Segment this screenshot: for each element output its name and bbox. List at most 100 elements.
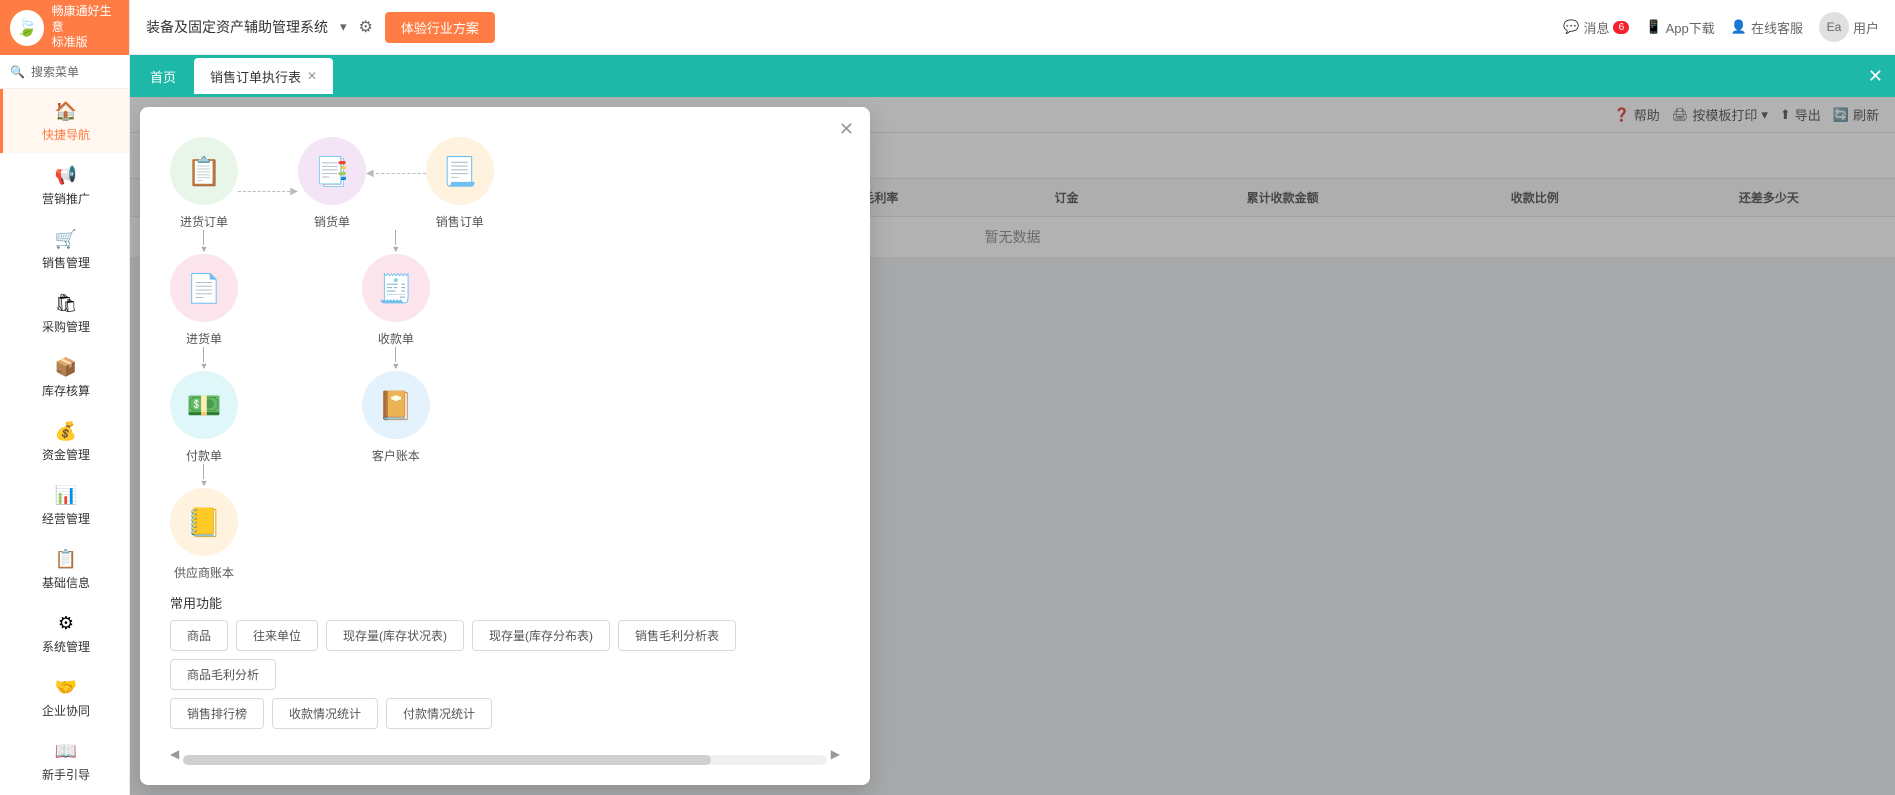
common-btn-receipt-stat[interactable]: 收款情况统计 [272, 698, 378, 729]
settings-icon[interactable]: ⚙ [359, 17, 373, 37]
sidebar-item-sales[interactable]: 🛒 销售管理 [0, 217, 129, 281]
message-badge: 6 [1613, 21, 1629, 34]
content-area: ❓ 帮助 🖨 按模板打印 ▾ ⬆ 导出 🔄 刷新 [130, 97, 1895, 795]
common-btn-goods-profit[interactable]: 商品毛利分析 [170, 659, 276, 690]
payment-bill-label: 付款单 [186, 447, 222, 464]
common-functions-section: 常用功能 商品 往来单位 现存量(库存状况表) 现存量(库存分布表) 销售毛利分… [170, 593, 840, 729]
inventory-icon: 📦 [55, 357, 77, 378]
sidebar-item-inventory[interactable]: 📦 库存核算 [0, 345, 129, 409]
purchase-bill-circle[interactable]: 📄 [170, 254, 238, 322]
sale-bill-circle[interactable]: 📑 [298, 137, 366, 205]
customer-ledger-node: 📔 客户账本 [362, 371, 430, 464]
flow-diagram: 📋 进货订单 ▼ [170, 137, 840, 581]
purchase-order-circle[interactable]: 📋 [170, 137, 238, 205]
quick-nav-modal: ✕ 📋 进货订单 [140, 107, 870, 785]
customer-ledger-label: 客户账本 [372, 447, 420, 464]
receipt-bill-node: 🧾 收款单 [362, 254, 430, 347]
sale-bill-column: ▼ 🧾 收款单 [362, 230, 430, 464]
sale-order-label: 销售订单 [436, 213, 484, 230]
purchase-order-node: 📋 进货订单 [170, 137, 238, 230]
common-buttons-row: 商品 往来单位 现存量(库存状况表) 现存量(库存分布表) 销售毛利分析表 商品… [170, 620, 840, 690]
message-icon: 💬 [1563, 19, 1579, 35]
common-btn-sales-rank[interactable]: 销售排行榜 [170, 698, 264, 729]
logo-icon: 🍃 [10, 10, 44, 46]
main-area: 装备及固定资产辅助管理系统 ▾ ⚙ 体验行业方案 💬 消息 6 📱 App下载 … [130, 0, 1895, 795]
common-btn-stock-status[interactable]: 现存量(库存状况表) [326, 620, 464, 651]
top-header: 装备及固定资产辅助管理系统 ▾ ⚙ 体验行业方案 💬 消息 6 📱 App下载 … [130, 0, 1895, 55]
experience-btn[interactable]: 体验行业方案 [385, 12, 495, 43]
newbie-icon: 📖 [55, 741, 77, 762]
sys-mgmt-icon: ⚙ [58, 613, 74, 634]
service-icon: 👤 [1731, 19, 1747, 35]
sale-bill-node: 📑 销货单 [298, 137, 366, 230]
supplier-ledger-circle[interactable]: 📒 [170, 488, 238, 556]
marketing-icon: 📢 [55, 165, 77, 186]
modal-scroll-thumb [183, 755, 711, 765]
message-action[interactable]: 💬 消息 6 [1563, 18, 1629, 37]
payment-bill-circle[interactable]: 💵 [170, 371, 238, 439]
finance-icon: 💰 [55, 421, 77, 442]
search-menu-btn[interactable]: 🔍 搜索菜单 [10, 63, 119, 80]
common-btn-sales-profit[interactable]: 销售毛利分析表 [618, 620, 736, 651]
common-btn-goods[interactable]: 商品 [170, 620, 228, 651]
sidebar-logo: 🍃 畅康通好生意 标准版 [0, 0, 129, 55]
tab-bar-close-icon[interactable]: ✕ [1868, 66, 1883, 87]
arrow-down-sale-bill: ▼ [391, 230, 400, 254]
tab-home[interactable]: 首页 [134, 58, 192, 94]
sidebar-item-operation[interactable]: 📊 经营管理 [0, 473, 129, 537]
sales-icon: 🛒 [55, 229, 77, 250]
left-flow-column: 📋 进货订单 ▼ [170, 137, 238, 581]
common-buttons-row2: 销售排行榜 收款情况统计 付款情况统计 [170, 698, 840, 729]
sidebar-item-newbie[interactable]: 📖 新手引导 [0, 729, 129, 793]
receipt-bill-label: 收款单 [378, 330, 414, 347]
modal-close-btn[interactable]: ✕ [839, 119, 854, 140]
arrow-down-1: ▼ [200, 230, 209, 254]
center-arrows: ▶ [238, 137, 298, 225]
system-title: 装备及固定资产辅助管理系统 [146, 17, 328, 37]
dropdown-arrow-icon: ▾ [340, 19, 347, 35]
sidebar-item-finance[interactable]: 💰 资金管理 [0, 409, 129, 473]
tab-sales-order[interactable]: 销售订单执行表 ✕ [194, 58, 333, 94]
app-download-action[interactable]: 📱 App下载 [1645, 18, 1714, 37]
receipt-bill-circle[interactable]: 🧾 [362, 254, 430, 322]
sidebar-nav: 🏠 快捷导航 📢 营销推广 🛒 销售管理 🛍 采购管理 📦 库存核算 💰 [0, 89, 129, 795]
right-flow-column: 📑 销货单 ◀ [298, 137, 494, 464]
purchase-bill-label: 进货单 [186, 330, 222, 347]
online-service-action[interactable]: 👤 在线客服 [1731, 18, 1803, 37]
h-dashed-connector: ▶ [238, 186, 298, 197]
header-actions: 💬 消息 6 📱 App下载 👤 在线客服 Ea 用户 [1563, 12, 1879, 42]
tab-close-icon[interactable]: ✕ [307, 69, 317, 83]
sale-order-node: 📃 销售订单 [426, 137, 494, 230]
supplier-ledger-node: 📒 供应商账本 [170, 488, 238, 581]
sidebar-item-sys-mgmt[interactable]: ⚙ 系统管理 [0, 601, 129, 665]
search-icon: 🔍 [10, 65, 25, 79]
common-btn-payment-stat[interactable]: 付款情况统计 [386, 698, 492, 729]
app-icon: 📱 [1645, 19, 1661, 35]
user-info-action[interactable]: Ea 用户 [1819, 12, 1879, 42]
system-dropdown[interactable]: ▾ [340, 19, 347, 35]
arrow-down-3: ▼ [200, 464, 209, 488]
customer-ledger-circle[interactable]: 📔 [362, 371, 430, 439]
bottom-arrows-row: ▼ 🧾 收款单 [362, 230, 430, 464]
common-btn-stock-dist[interactable]: 现存量(库存分布表) [472, 620, 610, 651]
sale-order-circle[interactable]: 📃 [426, 137, 494, 205]
sidebar-item-marketing[interactable]: 📢 营销推广 [0, 153, 129, 217]
modal-overlay: ✕ 📋 进货订单 [130, 97, 1895, 795]
sidebar-item-base-info[interactable]: 📋 基础信息 [0, 537, 129, 601]
top-row: 📑 销货单 ◀ [298, 137, 494, 230]
scroll-right-icon[interactable]: ▶ [831, 747, 840, 761]
operation-icon: 📊 [55, 485, 77, 506]
modal-scrollbar[interactable] [183, 755, 827, 765]
scroll-left-icon[interactable]: ◀ [170, 747, 179, 761]
sidebar-search[interactable]: 🔍 搜索菜单 [0, 55, 129, 89]
purchase-bill-node: 📄 进货单 [170, 254, 238, 347]
sidebar-item-purchase[interactable]: 🛍 采购管理 [0, 281, 129, 345]
sidebar-item-quick-nav[interactable]: 🏠 快捷导航 [0, 89, 129, 153]
common-btn-counterpart[interactable]: 往来单位 [236, 620, 318, 651]
arrow-down-2: ▼ [200, 347, 209, 371]
h-dashed-reverse: ◀ [366, 168, 426, 179]
supplier-ledger-label: 供应商账本 [174, 564, 234, 581]
sale-bill-label: 销货单 [314, 213, 350, 230]
sidebar-item-enterprise[interactable]: 🤝 企业协同 [0, 665, 129, 729]
home-icon: 🏠 [55, 101, 77, 122]
